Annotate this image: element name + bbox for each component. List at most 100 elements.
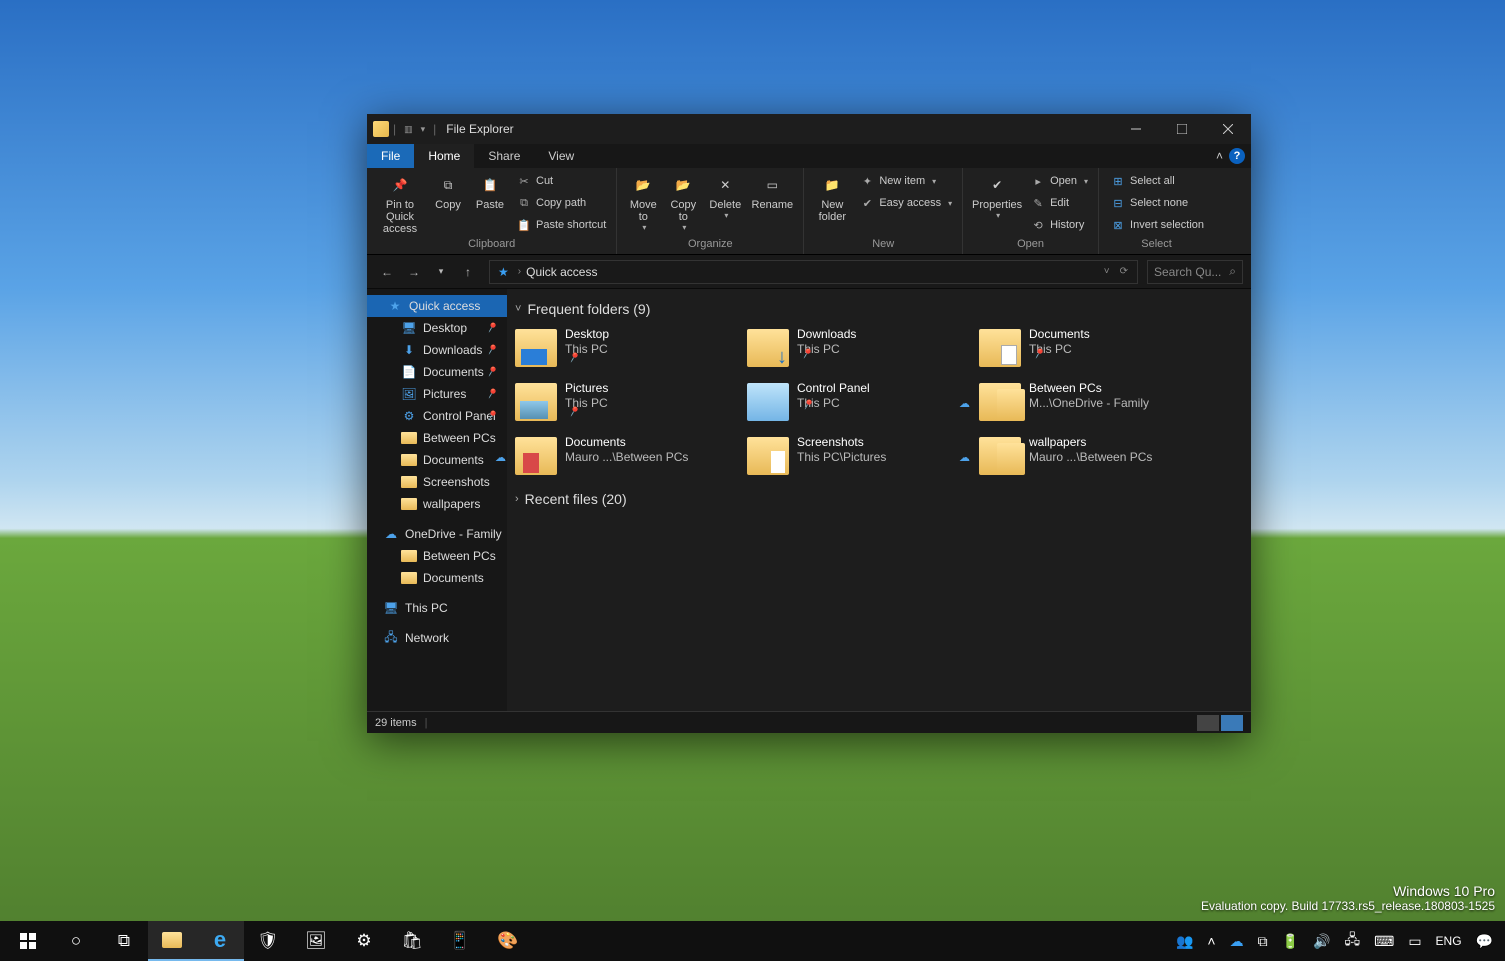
folder-item[interactable]: ☁wallpapersMauro ...\Between PCs — [977, 433, 1209, 487]
folder-icon — [515, 329, 557, 367]
forward-button[interactable]: → — [402, 260, 426, 284]
copy-path-button[interactable]: ⧉Copy path — [513, 193, 610, 213]
taskbar-paint[interactable]: 🎨 — [484, 921, 532, 961]
volume-icon[interactable]: 🔊 — [1313, 933, 1330, 950]
taskbar-your-phone[interactable]: 📱 — [436, 921, 484, 961]
taskbar-photos[interactable]: 🖼 — [292, 921, 340, 961]
address-bar[interactable]: ★ › Quick access ˅ ⟳ — [489, 260, 1138, 284]
folder-item[interactable]: DesktopThis PC📍 — [513, 325, 745, 379]
tab-home[interactable]: Home — [414, 144, 474, 168]
sidebar-item[interactable]: Documents — [367, 567, 507, 589]
ribbon: 📌Pin to Quickaccess ⧉Copy 📋Paste ✂Cut ⧉C… — [367, 168, 1251, 255]
sidebar-item[interactable]: wallpapers — [367, 493, 507, 515]
taskbar-settings[interactable]: ⚙ — [340, 921, 388, 961]
action-center-icon[interactable]: 💬 — [1476, 933, 1493, 950]
move-to-button[interactable]: 📂Moveto▾ — [623, 171, 663, 232]
easy-access-button[interactable]: ✔Easy access▾ — [856, 193, 956, 213]
refresh-icon[interactable]: ⟳ — [1120, 266, 1128, 277]
sidebar-item-quick-access[interactable]: ★ Quick access — [367, 295, 507, 317]
keyboard-icon[interactable]: ⌨ — [1374, 933, 1394, 950]
tab-view[interactable]: View — [534, 144, 588, 168]
sidebar-item[interactable]: 🖼Pictures📍 — [367, 383, 507, 405]
onedrive-tray-icon[interactable]: ☁ — [1230, 933, 1244, 950]
help-icon[interactable]: ? — [1229, 148, 1245, 164]
titlebar[interactable]: | ▥ ▾ | File Explorer — [367, 114, 1251, 144]
quick-access-icon: ★ — [498, 265, 509, 279]
delete-button[interactable]: ✕Delete▾ — [703, 171, 747, 220]
qat-dropdown-icon[interactable]: ▥ — [404, 124, 413, 135]
minimize-button[interactable] — [1113, 114, 1159, 144]
history-button[interactable]: ⟲History — [1027, 215, 1092, 235]
sidebar-item[interactable]: Documents — [367, 449, 507, 471]
paste-shortcut-button[interactable]: 📋Paste shortcut — [513, 215, 610, 235]
select-all-button[interactable]: ⊞Select all — [1107, 171, 1208, 191]
sidebar-item[interactable]: 🖥Desktop📍 — [367, 317, 507, 339]
sidebar-item[interactable]: 📄Documents📍 — [367, 361, 507, 383]
virtual-desktop-icon[interactable]: ⧉ — [1258, 933, 1268, 950]
details-view-button[interactable] — [1197, 715, 1219, 731]
sidebar-item-this-pc[interactable]: 🖥 This PC — [367, 597, 507, 619]
chevron-right-icon[interactable]: › — [518, 266, 521, 277]
network-tray-icon[interactable]: 🖧 — [1344, 929, 1360, 953]
folder-icon — [747, 329, 789, 367]
pin-icon: 📍 — [483, 342, 499, 358]
copy-to-button[interactable]: 📂Copyto▾ — [663, 171, 703, 232]
chevron-right-icon: › — [515, 493, 519, 505]
back-button[interactable]: ← — [375, 260, 399, 284]
search-input[interactable]: Search Qu... ⌕ — [1147, 260, 1243, 284]
sidebar-item[interactable]: Between PCs — [367, 545, 507, 567]
select-none-button[interactable]: ⊟Select none — [1107, 193, 1208, 213]
people-icon[interactable]: 👥 — [1176, 933, 1193, 950]
edit-button[interactable]: ✎Edit — [1027, 193, 1092, 213]
cortana-button[interactable]: ○ — [52, 921, 100, 961]
sidebar-item[interactable]: ⚙Control Panel📍 — [367, 405, 507, 427]
recent-locations-button[interactable]: ▾ — [429, 260, 453, 284]
pin-to-quick-access-button[interactable]: 📌Pin to Quickaccess — [373, 171, 427, 235]
frequent-folders-header[interactable]: ˅ Frequent folders (9) — [515, 301, 1245, 317]
invert-selection-button[interactable]: ⊠Invert selection — [1107, 215, 1208, 235]
folder-item[interactable]: DocumentsThis PC📍 — [977, 325, 1209, 379]
open-button[interactable]: ▸Open▾ — [1027, 171, 1092, 191]
sidebar-item[interactable]: Between PCs — [367, 427, 507, 449]
copy-button[interactable]: ⧉Copy — [427, 171, 469, 211]
battery-icon[interactable]: 🔋 — [1282, 933, 1299, 950]
taskbar-edge[interactable]: e — [196, 921, 244, 961]
close-button[interactable] — [1205, 114, 1251, 144]
start-button[interactable] — [4, 921, 52, 961]
cloud-icon: ☁ — [959, 451, 970, 464]
folder-icon — [515, 383, 557, 421]
sidebar-item-network[interactable]: 🖧 Network — [367, 627, 507, 649]
folder-item[interactable]: PicturesThis PC📍 — [513, 379, 745, 433]
folder-item[interactable]: DownloadsThis PC📍 — [745, 325, 977, 379]
new-item-button[interactable]: ✦New item▾ — [856, 171, 956, 191]
folder-item[interactable]: Control PanelThis PC📍 — [745, 379, 977, 433]
taskbar-security[interactable]: 🛡 — [244, 921, 292, 961]
sidebar-item-onedrive[interactable]: ☁ OneDrive - Family — [367, 523, 507, 545]
recent-files-header[interactable]: › Recent files (20) — [515, 491, 1245, 507]
collapse-ribbon-icon[interactable]: ˄ — [1216, 149, 1223, 163]
cut-button[interactable]: ✂Cut — [513, 171, 610, 191]
language-indicator[interactable]: ENG — [1436, 934, 1462, 948]
properties-button[interactable]: ✔Properties▾ — [969, 171, 1025, 220]
tab-file[interactable]: File — [367, 144, 414, 168]
chevron-down-icon[interactable]: ▾ — [421, 124, 426, 135]
taskbar-file-explorer[interactable] — [148, 921, 196, 961]
address-dropdown-icon[interactable]: ˅ — [1104, 266, 1110, 277]
sidebar-item[interactable]: Screenshots — [367, 471, 507, 493]
tiles-view-button[interactable] — [1221, 715, 1243, 731]
tray-overflow-icon[interactable]: ˄ — [1207, 933, 1215, 949]
up-button[interactable]: ↑ — [456, 260, 480, 284]
folder-item[interactable]: ☁Between PCsM...\OneDrive - Family — [977, 379, 1209, 433]
taskbar-store[interactable]: 🛍 — [388, 921, 436, 961]
rename-button[interactable]: ▭Rename — [747, 171, 797, 211]
paste-button[interactable]: 📋Paste — [469, 171, 511, 211]
new-folder-button[interactable]: 📁Newfolder — [810, 171, 854, 223]
folder-item[interactable]: ☁DocumentsMauro ...\Between PCs — [513, 433, 745, 487]
maximize-button[interactable] — [1159, 114, 1205, 144]
task-view-button[interactable]: ⧉ — [100, 921, 148, 961]
sidebar-item[interactable]: ⬇Downloads📍 — [367, 339, 507, 361]
location-icon[interactable]: ▭ — [1408, 933, 1421, 950]
tab-share[interactable]: Share — [474, 144, 534, 168]
folder-icon — [401, 550, 417, 562]
network-icon: 🖧 — [383, 631, 399, 645]
